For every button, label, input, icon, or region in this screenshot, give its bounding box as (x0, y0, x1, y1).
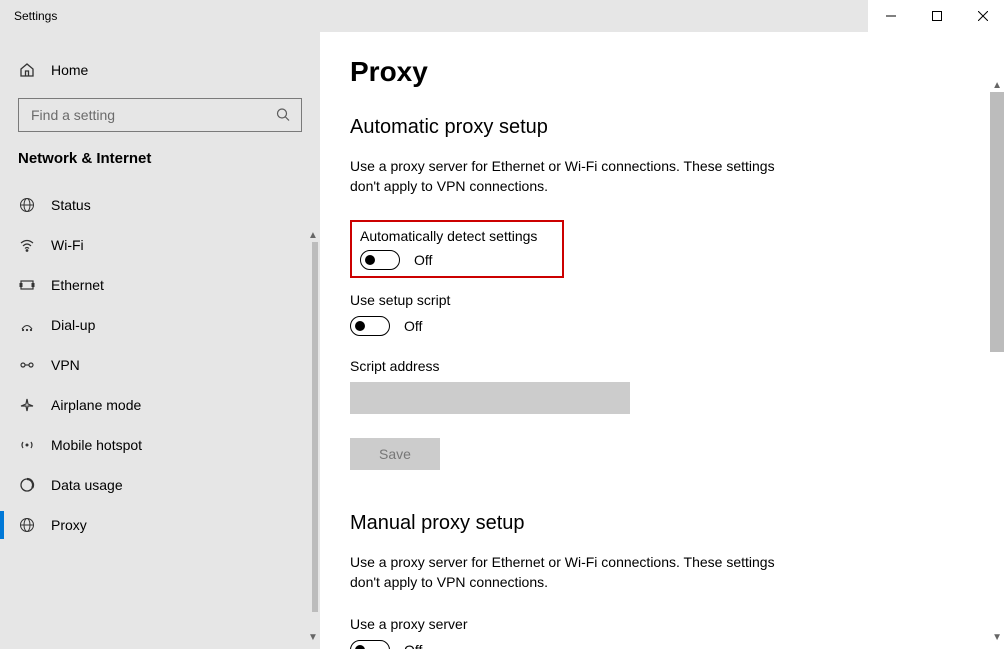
home-label: Home (51, 62, 88, 78)
nav-item-data-usage[interactable]: Data usage (0, 465, 320, 505)
home-icon (18, 62, 36, 78)
sidebar-scrollbar[interactable] (312, 242, 318, 612)
use-proxy-toggle[interactable] (350, 640, 390, 649)
search-input[interactable] (29, 106, 291, 124)
wifi-icon (18, 237, 36, 253)
nav-item-dialup[interactable]: Dial-up (0, 305, 320, 345)
main-scroll-down-icon[interactable]: ▼ (992, 632, 1002, 643)
setup-script-label: Use setup script (350, 292, 976, 308)
setup-script-state: Off (404, 318, 422, 334)
maximize-button[interactable] (914, 0, 960, 32)
sidebar-scroll-down-icon[interactable]: ▼ (308, 632, 318, 643)
close-button[interactable] (960, 0, 1006, 32)
proxy-icon (18, 517, 36, 533)
home-nav[interactable]: Home (0, 52, 320, 88)
main-scrollbar[interactable] (990, 92, 1004, 352)
use-proxy-state: Off (404, 642, 422, 649)
sidebar: Home Network & Internet Status (0, 32, 320, 649)
window-controls (868, 0, 1006, 32)
nav-item-wifi[interactable]: Wi-Fi (0, 225, 320, 265)
setup-script-toggle[interactable] (350, 316, 390, 336)
nav-item-ethernet[interactable]: Ethernet (0, 265, 320, 305)
globe-icon (18, 197, 36, 213)
nav-label: Data usage (51, 477, 123, 493)
auto-proxy-heading: Automatic proxy setup (350, 116, 976, 139)
script-address-label: Script address (350, 358, 976, 374)
auto-detect-toggle[interactable] (360, 250, 400, 270)
nav-item-hotspot[interactable]: Mobile hotspot (0, 425, 320, 465)
nav-label: Proxy (51, 517, 87, 533)
manual-proxy-heading: Manual proxy setup (350, 512, 976, 535)
hotspot-icon (18, 437, 36, 453)
ethernet-icon (18, 277, 36, 293)
titlebar: Settings (0, 0, 1006, 32)
nav-label: Mobile hotspot (51, 437, 142, 453)
nav-item-vpn[interactable]: VPN (0, 345, 320, 385)
dialup-icon (18, 317, 36, 333)
nav-label: Wi-Fi (51, 237, 84, 253)
nav-label: Status (51, 197, 91, 213)
settings-search[interactable] (18, 98, 302, 132)
nav-list: Status Wi-Fi Ethernet Dial-up (0, 185, 320, 545)
window-title: Settings (14, 9, 57, 23)
auto-detect-label: Automatically detect settings (360, 228, 554, 244)
data-usage-icon (18, 477, 36, 493)
auto-proxy-description: Use a proxy server for Ethernet or Wi-Fi… (350, 157, 780, 196)
nav-label: Dial-up (51, 317, 95, 333)
nav-label: Ethernet (51, 277, 104, 293)
main-content: Proxy Automatic proxy setup Use a proxy … (320, 32, 1006, 649)
nav-item-airplane[interactable]: Airplane mode (0, 385, 320, 425)
nav-label: VPN (51, 357, 80, 373)
nav-item-proxy[interactable]: Proxy (0, 505, 320, 545)
category-heading: Network & Internet (0, 150, 320, 185)
script-address-input (350, 382, 630, 414)
manual-proxy-description: Use a proxy server for Ethernet or Wi-Fi… (350, 553, 780, 592)
page-title: Proxy (350, 56, 976, 88)
search-icon (276, 108, 291, 123)
save-button: Save (350, 438, 440, 470)
auto-detect-state: Off (414, 252, 432, 268)
nav-label: Airplane mode (51, 397, 141, 413)
airplane-icon (18, 397, 36, 413)
minimize-button[interactable] (868, 0, 914, 32)
use-proxy-label: Use a proxy server (350, 616, 976, 632)
vpn-icon (18, 357, 36, 373)
nav-item-status[interactable]: Status (0, 185, 320, 225)
highlight-box: Automatically detect settings Off (350, 220, 564, 278)
main-scroll-up-icon[interactable]: ▲ (992, 80, 1002, 91)
sidebar-scroll-up-icon[interactable]: ▲ (308, 230, 318, 241)
